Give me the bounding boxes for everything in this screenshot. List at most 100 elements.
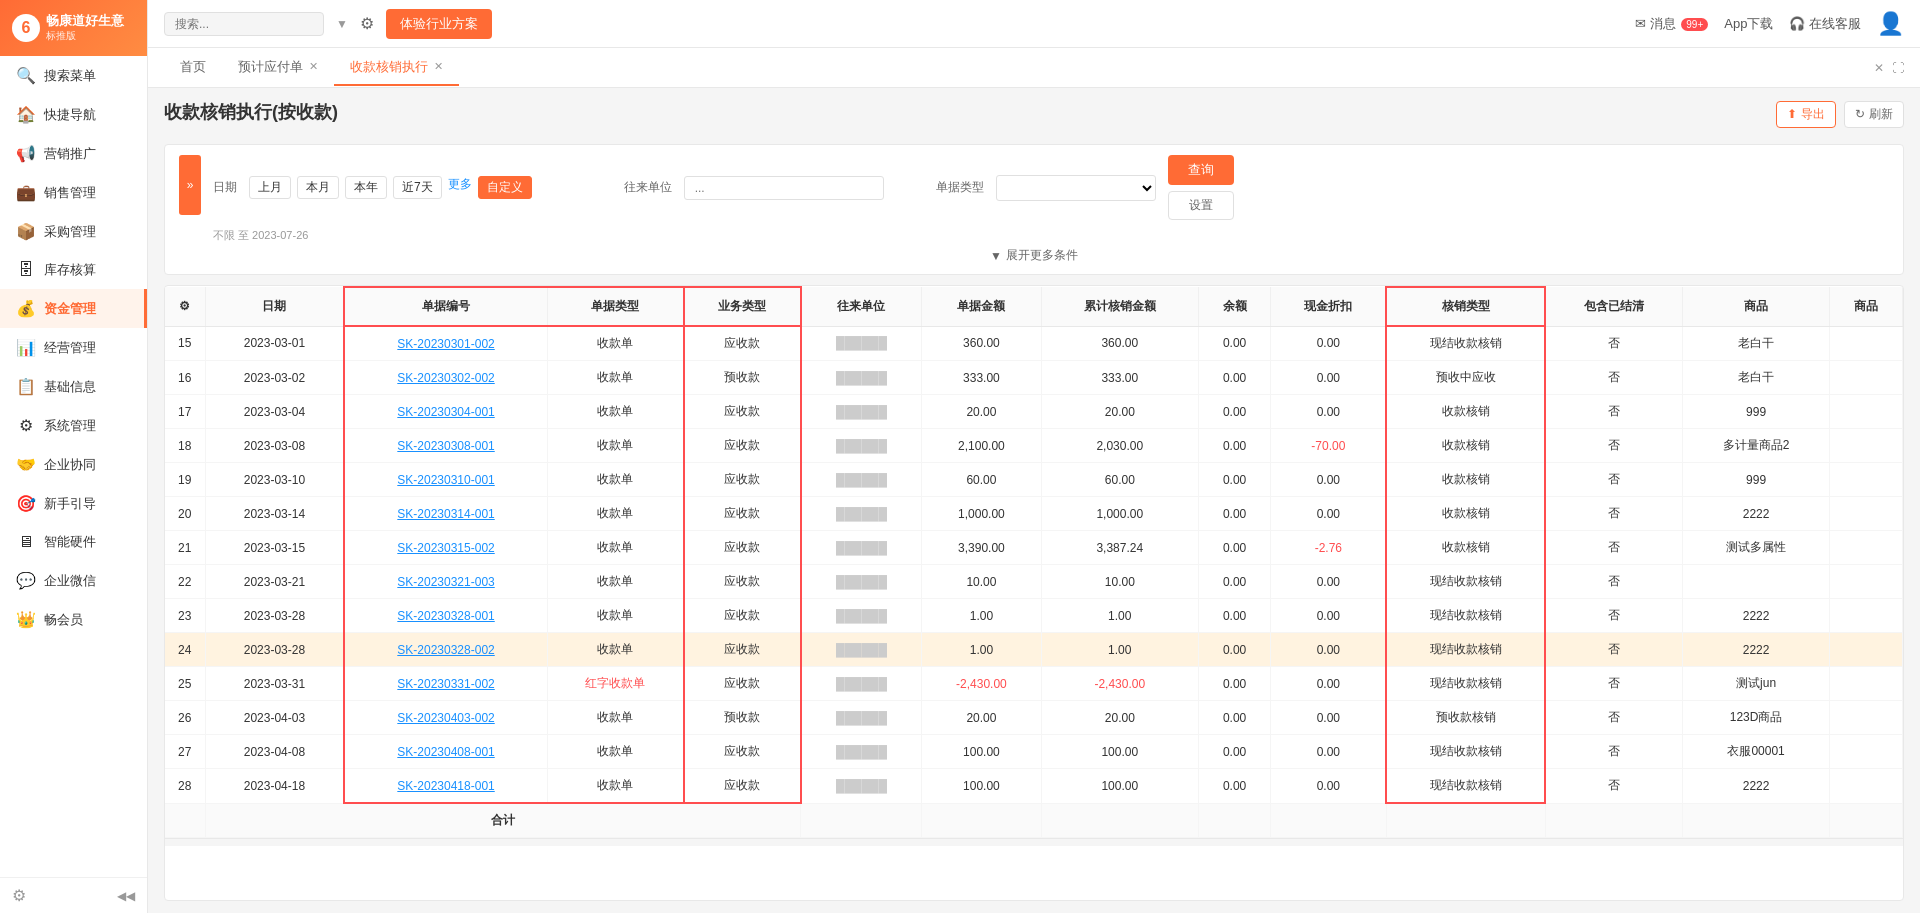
query-button[interactable]: 查询 <box>1168 155 1234 185</box>
date-7days[interactable]: 近7天 <box>393 176 442 199</box>
user-avatar[interactable]: 👤 <box>1877 11 1904 37</box>
settings-gear-icon[interactable]: ⚙ <box>360 14 374 33</box>
cell-write-off-type: 现结收款核销 <box>1386 769 1545 804</box>
voucher-no-link[interactable]: SK-20230328-002 <box>397 643 494 657</box>
cell-balance: 0.00 <box>1198 599 1270 633</box>
voucher-type-select[interactable] <box>996 175 1156 201</box>
table-row: 28 2023-04-18 SK-20230418-001 收款单 应收款 ██… <box>165 769 1903 804</box>
date-more[interactable]: 更多 <box>448 176 472 199</box>
date-last-month[interactable]: 上月 <box>249 176 291 199</box>
cell-partner: ██████ <box>801 769 922 804</box>
sidebar-item-purchase[interactable]: 📦 采购管理 <box>0 212 147 251</box>
sidebar-item-enterprise[interactable]: 🤝 企业协同 <box>0 445 147 484</box>
sidebar-item-basic[interactable]: 📋 基础信息 <box>0 367 147 406</box>
voucher-no-link[interactable]: SK-20230301-002 <box>397 337 494 351</box>
voucher-no-link[interactable]: SK-20230314-001 <box>397 507 494 521</box>
date-hint: 不限 至 2023-07-26 <box>213 228 308 243</box>
sidebar-item-sales[interactable]: 💼 销售管理 <box>0 173 147 212</box>
sidebar-label-marketing: 营销推广 <box>44 145 96 163</box>
sidebar-item-marketing[interactable]: 📢 营销推广 <box>0 134 147 173</box>
voucher-no-link[interactable]: SK-20230304-001 <box>397 405 494 419</box>
cell-included: 否 <box>1545 667 1682 701</box>
cell-voucher-type: 收款单 <box>547 395 684 429</box>
tab-prepay-close[interactable]: ✕ <box>309 60 318 73</box>
voucher-no-link[interactable]: SK-20230308-001 <box>397 439 494 453</box>
tab-writeoff[interactable]: 收款核销执行 ✕ <box>334 50 459 86</box>
sidebar-item-system[interactable]: ⚙ 系统管理 <box>0 406 147 445</box>
cell-voucher-type: 收款单 <box>547 565 684 599</box>
expand-conditions-button[interactable]: ▼ 展开更多条件 <box>990 247 1078 264</box>
date-this-year[interactable]: 本年 <box>345 176 387 199</box>
tab-prepay-label: 预计应付单 <box>238 58 303 76</box>
scrollbar-area[interactable] <box>165 838 1903 846</box>
refresh-icon: ↻ <box>1855 107 1865 121</box>
cell-accumulated: 10.00 <box>1041 565 1198 599</box>
cell-product-2 <box>1830 633 1903 667</box>
sidebar-item-wechat[interactable]: 💬 企业微信 <box>0 561 147 600</box>
voucher-no-link[interactable]: SK-20230408-001 <box>397 745 494 759</box>
sidebar-item-search[interactable]: 🔍 搜索菜单 <box>0 56 147 95</box>
main-content: ▼ ⚙ 体验行业方案 ✉ 消息 99+ App下载 🎧 在线客服 👤 首页 预计… <box>148 0 1920 913</box>
voucher-no-link[interactable]: SK-20230331-002 <box>397 677 494 691</box>
industry-solution-button[interactable]: 体验行业方案 <box>386 9 492 39</box>
close-tab-icon[interactable]: ✕ <box>1874 61 1884 75</box>
voucher-no-link[interactable]: SK-20230328-001 <box>397 609 494 623</box>
cell-date: 2023-03-28 <box>205 599 344 633</box>
filter-settings-button[interactable]: 设置 <box>1168 191 1234 220</box>
export-button[interactable]: ⬆ 导出 <box>1776 101 1836 128</box>
sidebar-item-finance[interactable]: 💰 资金管理 <box>0 289 147 328</box>
sidebar-item-hardware[interactable]: 🖥 智能硬件 <box>0 523 147 561</box>
sidebar-item-inventory[interactable]: 🗄 库存核算 <box>0 251 147 289</box>
cell-date: 2023-03-08 <box>205 429 344 463</box>
online-service-link[interactable]: 🎧 在线客服 <box>1789 15 1861 33</box>
sidebar-label-finance: 资金管理 <box>44 300 96 318</box>
voucher-no-link[interactable]: SK-20230403-002 <box>397 711 494 725</box>
cell-product-2 <box>1830 361 1903 395</box>
cell-date: 2023-03-15 <box>205 531 344 565</box>
settings-icon[interactable]: ⚙ <box>12 886 26 905</box>
maximize-icon[interactable]: ⛶ <box>1892 61 1904 75</box>
cell-amount: 2,100.00 <box>922 429 1042 463</box>
tab-prepay[interactable]: 预计应付单 ✕ <box>222 50 334 86</box>
refresh-button[interactable]: ↻ 刷新 <box>1844 101 1904 128</box>
cell-voucher-no: SK-20230308-001 <box>344 429 547 463</box>
filter-collapse-button[interactable]: » <box>179 155 201 215</box>
partner-label: 往来单位 <box>624 179 672 196</box>
app-download-link[interactable]: App下载 <box>1724 15 1773 33</box>
voucher-no-link[interactable]: SK-20230418-001 <box>397 779 494 793</box>
dropdown-arrow-icon[interactable]: ▼ <box>336 17 348 31</box>
voucher-no-link[interactable]: SK-20230315-002 <box>397 541 494 555</box>
cell-product-1: 2222 <box>1682 599 1830 633</box>
sidebar-item-member[interactable]: 👑 畅会员 <box>0 600 147 639</box>
tab-writeoff-close[interactable]: ✕ <box>434 60 443 73</box>
cell-partner: ██████ <box>801 429 922 463</box>
system-icon: ⚙ <box>16 416 36 435</box>
th-product-1: 商品 <box>1682 287 1830 326</box>
voucher-no-link[interactable]: SK-20230310-001 <box>397 473 494 487</box>
cell-product-1: 999 <box>1682 463 1830 497</box>
voucher-no-link[interactable]: SK-20230302-002 <box>397 371 494 385</box>
voucher-no-link[interactable]: SK-20230321-003 <box>397 575 494 589</box>
cell-discount: -2.76 <box>1271 531 1387 565</box>
guide-icon: 🎯 <box>16 494 36 513</box>
messages-section[interactable]: ✉ 消息 99+ <box>1635 15 1708 33</box>
collapse-icon[interactable]: ◀◀ <box>117 889 135 903</box>
date-this-month[interactable]: 本月 <box>297 176 339 199</box>
page-title: 收款核销执行(按收款) <box>164 100 338 124</box>
sidebar-item-guide[interactable]: 🎯 新手引导 <box>0 484 147 523</box>
cell-date: 2023-04-18 <box>205 769 344 804</box>
sidebar-item-operation[interactable]: 📊 经营管理 <box>0 328 147 367</box>
tab-home[interactable]: 首页 <box>164 50 222 86</box>
th-amount: 单据金额 <box>922 287 1042 326</box>
cell-balance: 0.00 <box>1198 361 1270 395</box>
cell-date: 2023-03-31 <box>205 667 344 701</box>
search-input[interactable] <box>164 12 324 36</box>
cell-voucher-no: SK-20230314-001 <box>344 497 547 531</box>
sidebar-label-quicknav: 快捷导航 <box>44 106 96 124</box>
partner-input[interactable] <box>684 176 884 200</box>
tabs-actions: ✕ ⛶ <box>1874 61 1904 75</box>
date-custom[interactable]: 自定义 <box>478 176 532 199</box>
sidebar-item-quicknav[interactable]: 🏠 快捷导航 <box>0 95 147 134</box>
column-settings-icon[interactable]: ⚙ <box>179 299 190 313</box>
th-gear[interactable]: ⚙ <box>165 287 205 326</box>
